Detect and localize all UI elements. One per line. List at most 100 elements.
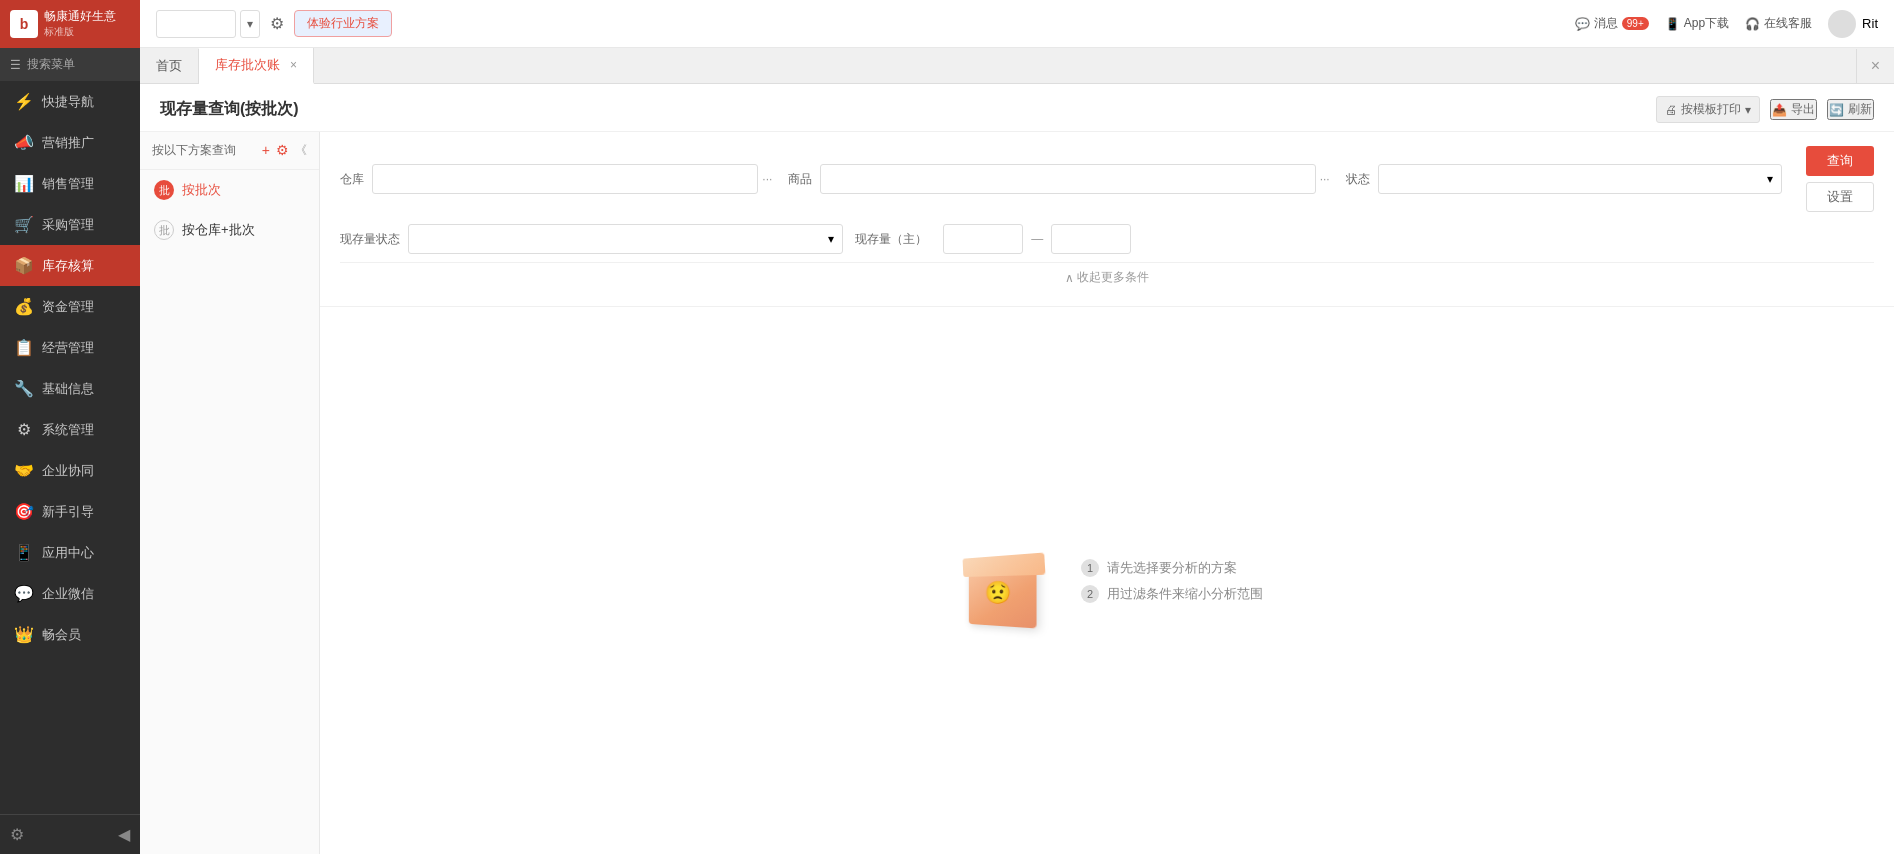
filter-row-1: 仓库 ··· 商品 ··· 状态 xyxy=(340,146,1874,212)
sidebar-item-label: 快捷导航 xyxy=(42,93,94,111)
tip-text-1: 请先选择要分析的方案 xyxy=(1107,559,1237,577)
headset-icon: 🎧 xyxy=(1745,17,1760,31)
newguide-icon: 🎯 xyxy=(14,502,34,521)
online-service-action[interactable]: 🎧 在线客服 xyxy=(1745,15,1812,32)
warehouse-input[interactable] xyxy=(372,164,758,194)
sidebar-item-weixin[interactable]: 💬 企业微信 xyxy=(0,573,140,614)
status-label: 状态 xyxy=(1346,171,1370,188)
message-badge: 99+ xyxy=(1622,17,1649,30)
filter-area: 仓库 ··· 商品 ··· 状态 xyxy=(320,132,1894,307)
top-bar: ▾ ⚙ 体验行业方案 💬 消息 99+ 📱 App下载 🎧 在线客服 Rit xyxy=(140,0,1894,48)
panel-collapse-icon[interactable]: 《 xyxy=(295,142,307,159)
footer-collapse-icon[interactable]: ◀ xyxy=(118,825,130,844)
export-icon: 📤 xyxy=(1772,103,1787,117)
collapse-more-btn[interactable]: ∧ 收起更多条件 xyxy=(340,262,1874,292)
basic-icon: 🔧 xyxy=(14,379,34,398)
box-face: 😟 xyxy=(985,579,1011,606)
warehouse-more-btn[interactable]: ··· xyxy=(758,172,776,186)
inv-status-label: 现存量状态 xyxy=(340,231,400,248)
plan-item-warehouse-batch[interactable]: 批 按仓库+批次 xyxy=(140,210,319,250)
sidebar-item-finance[interactable]: 💰 资金管理 xyxy=(0,286,140,327)
empty-tip-1: 1 请先选择要分析的方案 xyxy=(1081,559,1263,577)
qty-separator: — xyxy=(1031,232,1043,246)
tab-home[interactable]: 首页 xyxy=(140,49,199,83)
main-content: 按以下方案查询 + ⚙ 《 批 按批次 批 xyxy=(140,132,1894,854)
page-header: 现存量查询(按批次) 🖨 按模板打印 ▾ 📤 导出 🔄 刷新 xyxy=(140,84,1894,132)
plan-icon-batch: 批 xyxy=(154,180,174,200)
left-panel: 按以下方案查询 + ⚙ 《 批 按批次 批 xyxy=(140,132,320,854)
user-area[interactable]: Rit xyxy=(1828,10,1878,38)
qty-from-input[interactable] xyxy=(943,224,1023,254)
sidebar-item-sales[interactable]: 📊 销售管理 xyxy=(0,163,140,204)
print-icon: 🖨 xyxy=(1665,103,1677,117)
tab-close-icon[interactable]: × xyxy=(290,59,297,71)
print-btn[interactable]: 🖨 按模板打印 ▾ xyxy=(1656,96,1760,123)
status-dropdown-icon: ▾ xyxy=(1767,172,1773,186)
status-dropdown[interactable]: ▾ xyxy=(1378,164,1782,194)
product-more-btn[interactable]: ··· xyxy=(1316,172,1334,186)
sidebar-item-system[interactable]: ⚙ 系统管理 xyxy=(0,409,140,450)
sidebar-item-label: 销售管理 xyxy=(42,175,94,193)
export-btn[interactable]: 📤 导出 xyxy=(1770,99,1817,120)
footer-settings-icon[interactable]: ⚙ xyxy=(10,825,24,844)
sidebar-item-appstore[interactable]: 📱 应用中心 xyxy=(0,532,140,573)
sidebar-item-inventory[interactable]: 📦 库存核算 xyxy=(0,245,140,286)
search-input-group: ▾ xyxy=(156,10,260,38)
top-dropdown-btn[interactable]: ▾ xyxy=(240,10,260,38)
sidebar-item-label: 库存核算 xyxy=(42,257,94,275)
sidebar-item-newguide[interactable]: 🎯 新手引导 xyxy=(0,491,140,532)
sidebar-item-label: 畅会员 xyxy=(42,626,81,644)
add-plan-icon[interactable]: + xyxy=(262,142,270,159)
sidebar-item-enterprise[interactable]: 🤝 企业协同 xyxy=(0,450,140,491)
empty-tip-2: 2 用过滤条件来缩小分析范围 xyxy=(1081,585,1263,603)
sidebar-item-basic[interactable]: 🔧 基础信息 xyxy=(0,368,140,409)
filter-row-2: 现存量状态 ▾ 现存量（主） — xyxy=(340,224,1874,254)
refresh-icon: 🔄 xyxy=(1829,103,1844,117)
sidebar-item-label: 经营管理 xyxy=(42,339,94,357)
plan-settings-icon[interactable]: ⚙ xyxy=(276,142,289,159)
sidebar-item-label: 系统管理 xyxy=(42,421,94,439)
refresh-btn[interactable]: 🔄 刷新 xyxy=(1827,99,1874,120)
tab-inventory-batch[interactable]: 库存批次账 × xyxy=(199,48,314,84)
tab-bar-close-btn[interactable]: × xyxy=(1856,49,1894,83)
top-bar-left: ▾ ⚙ 体验行业方案 xyxy=(156,10,392,38)
query-btn[interactable]: 查询 xyxy=(1806,146,1874,176)
sidebar-item-label: 基础信息 xyxy=(42,380,94,398)
top-gear-icon[interactable]: ⚙ xyxy=(270,14,284,33)
left-panel-actions: + ⚙ 《 xyxy=(262,142,307,159)
sidebar-item-operation[interactable]: 📋 经营管理 xyxy=(0,327,140,368)
plan-item-batch[interactable]: 批 按批次 xyxy=(140,170,319,210)
weixin-icon: 💬 xyxy=(14,584,34,603)
product-filter-group: 商品 ··· xyxy=(788,164,1333,194)
sales-icon: 📊 xyxy=(14,174,34,193)
settings-btn[interactable]: 设置 xyxy=(1806,182,1874,212)
collapse-up-icon: ∧ xyxy=(1065,271,1074,285)
search-menu-item[interactable]: ☰ 搜索菜单 xyxy=(0,48,140,81)
top-search-input[interactable] xyxy=(156,10,236,38)
sidebar: b 畅康通好生意 标准版 ☰ 搜索菜单 ⚡ 快捷导航 📣 营销推广 📊 销售管理… xyxy=(0,0,140,854)
experience-industry-btn[interactable]: 体验行业方案 xyxy=(294,10,392,37)
product-input[interactable] xyxy=(820,164,1315,194)
sidebar-item-purchase[interactable]: 🛒 采购管理 xyxy=(0,204,140,245)
app-download-action[interactable]: 📱 App下载 xyxy=(1665,15,1729,32)
print-dropdown-icon: ▾ xyxy=(1745,103,1751,117)
member-icon: 👑 xyxy=(14,625,34,644)
search-icon: ☰ xyxy=(10,58,21,72)
message-action[interactable]: 💬 消息 99+ xyxy=(1575,15,1649,32)
sidebar-item-label: 企业微信 xyxy=(42,585,94,603)
sidebar-item-label: 资金管理 xyxy=(42,298,94,316)
sidebar-nav: ⚡ 快捷导航 📣 营销推广 📊 销售管理 🛒 采购管理 📦 库存核算 💰 资金管… xyxy=(0,81,140,814)
plan-icon-warehouse-batch: 批 xyxy=(154,220,174,240)
app-edition: 标准版 xyxy=(44,25,116,39)
product-label: 商品 xyxy=(788,171,812,188)
left-panel-title: 按以下方案查询 xyxy=(152,142,236,159)
qty-to-input[interactable] xyxy=(1051,224,1131,254)
tip-number-2: 2 xyxy=(1081,585,1099,603)
sidebar-item-shortcut[interactable]: ⚡ 快捷导航 xyxy=(0,81,140,122)
user-name: Rit xyxy=(1862,16,1878,31)
marketing-icon: 📣 xyxy=(14,133,34,152)
inv-status-dropdown[interactable]: ▾ xyxy=(408,224,843,254)
sidebar-item-marketing[interactable]: 📣 营销推广 xyxy=(0,122,140,163)
sidebar-item-member[interactable]: 👑 畅会员 xyxy=(0,614,140,655)
tab-bar: 首页 库存批次账 × × xyxy=(140,48,1894,84)
